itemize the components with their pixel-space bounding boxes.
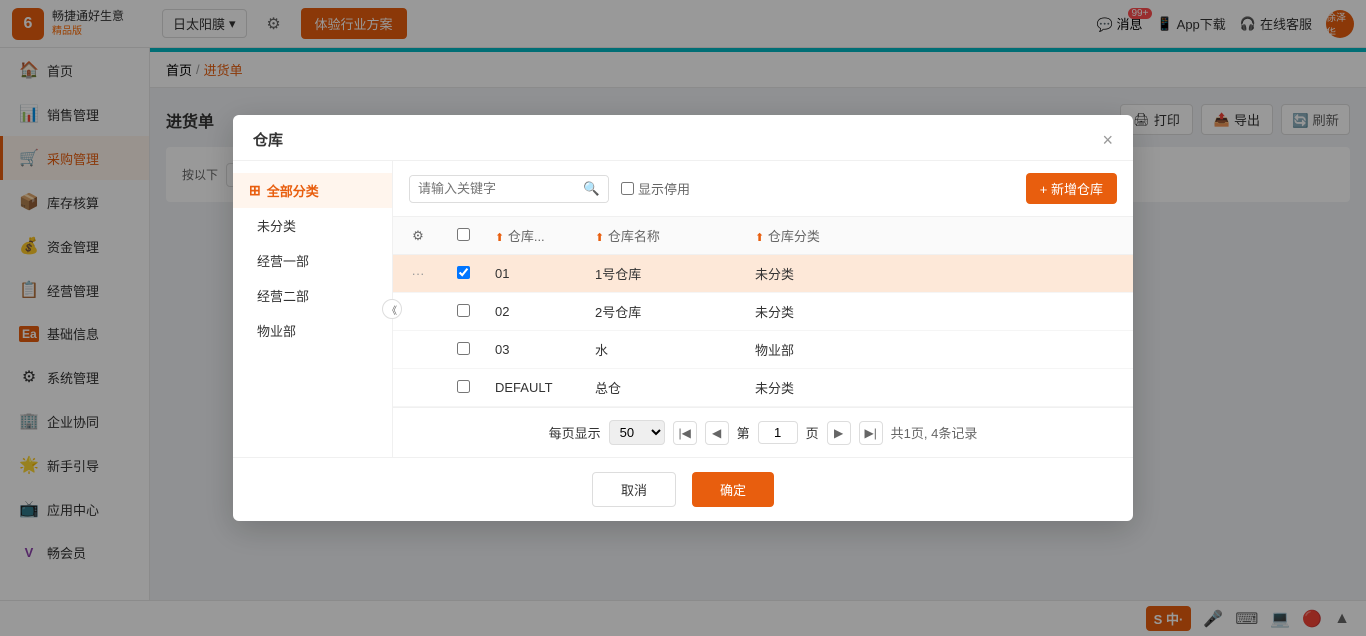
table-row[interactable]: 03 水 物业部 [393,331,1133,369]
row-checkbox-cell[interactable] [443,331,483,369]
warehouse-table: ⚙ ⬆ 仓库... ⬆ 仓库名称 ⬆ 仓库分类 ··· 01 1号仓库 未分类 [393,217,1133,407]
warehouse-search-input[interactable] [410,176,575,201]
category-item-ops2[interactable]: 经营二部 [233,278,392,313]
search-button[interactable]: 🔍 [575,176,608,202]
row-settings-cell [393,369,443,407]
page-size-select[interactable]: 50 100 200 [609,420,665,445]
grid-icon: ⊞ [249,182,261,199]
col-code: ⬆ 仓库... [483,217,583,255]
search-icon: 🔍 [583,181,600,196]
row-checkbox-cell[interactable] [443,293,483,331]
next-page-button[interactable]: ▶ [827,421,851,445]
row-checkbox[interactable] [457,266,470,279]
row-checkbox[interactable] [457,380,470,393]
col-setting: ⚙ [393,217,443,255]
row-checkbox-cell[interactable] [443,255,483,293]
warehouse-dialog: 仓库 × ⊞ 全部分类 未分类 经营一部 经营二部 物业部 《 [233,115,1133,521]
category-item-property[interactable]: 物业部 [233,313,392,348]
all-categories-item[interactable]: ⊞ 全部分类 [233,173,392,208]
row-checkbox[interactable] [457,304,470,317]
row-checkbox[interactable] [457,342,470,355]
category-item-ops1[interactable]: 经营一部 [233,243,392,278]
row-category-cell: 物业部 [743,331,1133,369]
dialog-search-toolbar: 🔍 显示停用 + 新增仓库 [393,161,1133,217]
table-header-row: ⚙ ⬆ 仓库... ⬆ 仓库名称 ⬆ 仓库分类 [393,217,1133,255]
dialog-footer: 取消 确定 [233,457,1133,521]
show-disabled-checkbox[interactable] [621,182,634,195]
row-category-cell: 未分类 [743,255,1133,293]
first-page-button[interactable]: |◀ [673,421,697,445]
row-code-cell: 03 [483,331,583,369]
col-checkbox [443,217,483,255]
row-settings-cell: ··· [393,255,443,293]
dialog-pagination: 每页显示 50 100 200 |◀ ◀ 第 页 ▶ ▶| 共1页, 4条记录 [393,407,1133,457]
row-code-cell: 01 [483,255,583,293]
confirm-button[interactable]: 确定 [692,472,774,507]
sidebar-collapse-button[interactable]: 《 [382,299,402,319]
row-code-cell: 02 [483,293,583,331]
search-field-wrap: 🔍 [409,175,609,203]
row-name-cell: 1号仓库 [583,255,743,293]
page-number-input[interactable] [758,421,798,444]
add-warehouse-button[interactable]: + 新增仓库 [1026,173,1117,204]
dialog-header: 仓库 × [233,115,1133,161]
prev-page-button[interactable]: ◀ [705,421,729,445]
row-category-cell: 未分类 [743,293,1133,331]
category-item-unclassified[interactable]: 未分类 [233,208,392,243]
dialog-overlay[interactable]: 仓库 × ⊞ 全部分类 未分类 经营一部 经营二部 物业部 《 [0,0,1366,636]
row-name-cell: 2号仓库 [583,293,743,331]
cancel-button[interactable]: 取消 [592,472,676,507]
row-checkbox-cell[interactable] [443,369,483,407]
show-disabled-wrap: 显示停用 [621,179,690,198]
dialog-category-sidebar: ⊞ 全部分类 未分类 经营一部 经营二部 物业部 《 [233,161,393,457]
dialog-body: ⊞ 全部分类 未分类 经营一部 经营二部 物业部 《 [233,161,1133,457]
row-name-cell: 总仓 [583,369,743,407]
last-page-button[interactable]: ▶| [859,421,883,445]
dialog-title: 仓库 [253,129,283,150]
table-row[interactable]: DEFAULT 总仓 未分类 [393,369,1133,407]
row-settings-cell [393,331,443,369]
row-category-cell: 未分类 [743,369,1133,407]
table-row[interactable]: ··· 01 1号仓库 未分类 [393,255,1133,293]
dialog-main-panel: 🔍 显示停用 + 新增仓库 ⚙ [393,161,1133,457]
row-code-cell: DEFAULT [483,369,583,407]
col-category: ⬆ 仓库分类 [743,217,1133,255]
col-name: ⬆ 仓库名称 [583,217,743,255]
select-all-checkbox[interactable] [457,228,470,241]
table-row[interactable]: 02 2号仓库 未分类 [393,293,1133,331]
row-name-cell: 水 [583,331,743,369]
dialog-close-button[interactable]: × [1102,131,1113,149]
